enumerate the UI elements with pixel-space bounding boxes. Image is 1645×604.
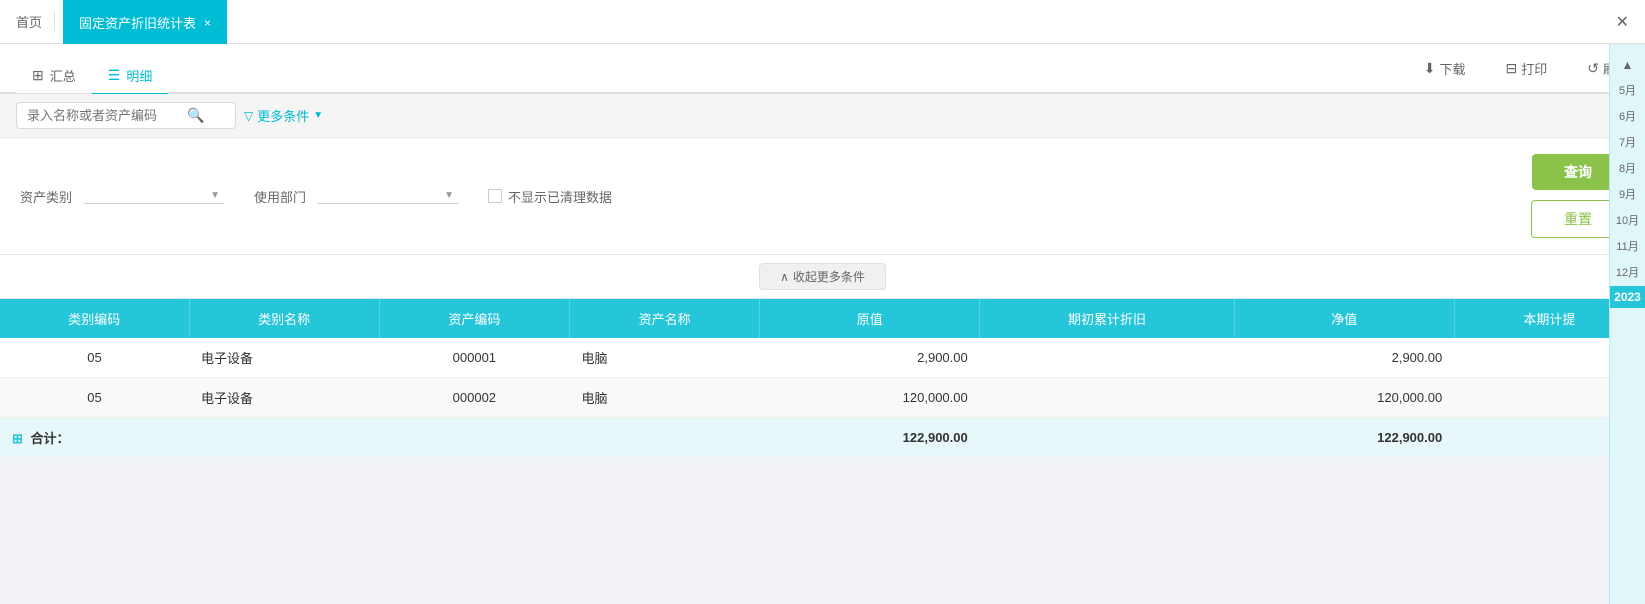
nav-tab-fixed-assets[interactable]: 固定资产折旧统计表 × [63,0,227,44]
more-conditions-button[interactable]: ▽ 更多条件 ▼ [244,106,323,125]
row1-original-value: 2,900.00 [760,338,980,378]
sidebar-month-5[interactable]: 5月 [1610,78,1645,102]
row1-asset-name: 电脑 [569,338,759,378]
detail-icon: ☰ [108,67,121,84]
summary-net-value: 122,900.00 [1234,418,1454,458]
sidebar-month-12[interactable]: 12月 [1610,260,1645,284]
asset-category-label: 资产类别 [20,187,76,206]
sidebar-month-11[interactable]: 11月 [1610,234,1645,258]
advanced-filter: 资产类别 ▼ 使用部门 ▼ 不显示已清理数据 [0,138,1645,255]
table-container: 类别编码 类别名称 资产编码 资产名称 原值 期初累计折旧 净值 本期计提 05… [0,299,1645,604]
row2-asset-code: 000002 [379,378,569,418]
collapse-label: 收起更多条件 [793,268,865,285]
summary-initial-depreciation [980,418,1234,458]
page-main: ⊞ 汇总 ☰ 明细 ⬇ 下载 ⊟ 打印 ↺ 刷新 [0,44,1645,604]
download-icon: ⬇ [1424,60,1436,77]
filter-bar: 🔍 ▽ 更多条件 ▼ › [0,94,1645,138]
row2-asset-name: 电脑 [569,378,759,418]
sidebar-month-7[interactable]: 7月 [1610,130,1645,154]
tab-summary[interactable]: ⊞ 汇总 [16,58,92,95]
header-initial-depreciation: 期初累计折旧 [980,299,1234,338]
header-net-value: 净值 [1234,299,1454,338]
summary-label: ⊞ 合计： [0,418,379,458]
table-row: 05 电子设备 000002 电脑 120,000.00 120,000.00 [0,378,1645,418]
table-row: 05 电子设备 000001 电脑 2,900.00 2,900.00 [0,338,1645,378]
right-sidebar: ▲ 5月 6月 7月 8月 9月 10月 11月 12月 2023 [1609,44,1645,604]
row2-net-value: 120,000.00 [1234,378,1454,418]
data-table: 类别编码 类别名称 资产编码 资产名称 原值 期初累计折旧 净值 本期计提 05… [0,299,1645,458]
collapse-bar: ∧ 收起更多条件 [0,255,1645,299]
filter-icon: ▽ [244,109,253,123]
search-wrap: 🔍 [16,102,236,129]
nav-tab-close[interactable]: × [204,16,211,30]
sidebar-month-8[interactable]: 8月 [1610,156,1645,180]
more-conditions-label: 更多条件 [257,106,309,125]
collapse-icon: ∧ [780,270,789,284]
row2-original-value: 120,000.00 [760,378,980,418]
print-button[interactable]: ⊟ 打印 [1506,59,1548,78]
summary-text: 合计： [31,431,70,446]
asset-category-select[interactable]: ▼ [84,188,224,204]
print-icon: ⊟ [1506,60,1518,77]
department-arrow-icon: ▼ [444,190,454,201]
filter-row: 资产类别 ▼ 使用部门 ▼ 不显示已清理数据 [20,154,1625,238]
nav-home[interactable]: 首页 [16,12,55,31]
download-label: 下载 [1439,59,1465,78]
close-window-button[interactable]: ✕ [1616,12,1629,32]
summary-row: ⊞ 合计： 122,900.00 122,900.00 [0,418,1645,458]
search-input[interactable] [27,108,187,123]
header-asset-code: 资产编码 [379,299,569,338]
search-icon[interactable]: 🔍 [187,107,204,124]
sub-tabs: ⊞ 汇总 ☰ 明细 [16,45,168,93]
summary-icon: ⊞ [12,431,23,446]
summary-empty-2 [569,418,759,458]
department-field: 使用部门 ▼ [254,187,458,206]
refresh-icon: ↺ [1587,60,1599,77]
header-category-name: 类别名称 [189,299,379,338]
nav-tab-title: 固定资产折旧统计表 [79,13,196,32]
row2-initial-depreciation [980,378,1234,418]
page-wrapper: ⊞ 汇总 ☰ 明细 ⬇ 下载 ⊟ 打印 ↺ 刷新 [0,44,1645,604]
header-asset-name: 资产名称 [569,299,759,338]
sidebar-month-9[interactable]: 9月 [1610,182,1645,206]
row1-category-name: 电子设备 [189,338,379,378]
row1-net-value: 2,900.00 [1234,338,1454,378]
asset-category-field: 资产类别 ▼ [20,187,224,206]
hide-cleared-label: 不显示已清理数据 [508,187,612,206]
sidebar-year-2023[interactable]: 2023 [1610,286,1645,308]
collapse-button[interactable]: ∧ 收起更多条件 [759,263,886,290]
tab-detail-label: 明细 [126,66,152,85]
toolbar-right: ⬇ 下载 ⊟ 打印 ↺ 刷新 [1404,59,1629,78]
summary-original-value: 122,900.00 [760,418,980,458]
hide-cleared-checkbox[interactable] [488,189,502,203]
department-select[interactable]: ▼ [318,188,458,204]
table-header-row: 类别编码 类别名称 资产编码 资产名称 原值 期初累计折旧 净值 本期计提 [0,299,1645,338]
row2-category-code: 05 [0,378,189,418]
summary-icon: ⊞ [32,67,44,84]
header-category-code: 类别编码 [0,299,189,338]
row2-category-name: 电子设备 [189,378,379,418]
print-label: 打印 [1521,59,1547,78]
top-nav-bar: 首页 固定资产折旧统计表 × ✕ [0,0,1645,44]
row1-asset-code: 000001 [379,338,569,378]
department-label: 使用部门 [254,187,310,206]
sidebar-scroll-up[interactable]: ▲ [1622,54,1634,76]
sidebar-month-10[interactable]: 10月 [1610,208,1645,232]
hide-cleared-field: 不显示已清理数据 [488,187,612,206]
chevron-down-icon: ▼ [313,110,323,121]
summary-empty-1 [379,418,569,458]
download-button[interactable]: ⬇ 下载 [1424,59,1466,78]
tab-summary-label: 汇总 [50,66,76,85]
tab-detail[interactable]: ☰ 明细 [92,58,169,95]
sidebar-month-6[interactable]: 6月 [1610,104,1645,128]
header-original-value: 原值 [760,299,980,338]
asset-category-arrow-icon: ▼ [210,190,220,201]
row1-category-code: 05 [0,338,189,378]
row1-initial-depreciation [980,338,1234,378]
